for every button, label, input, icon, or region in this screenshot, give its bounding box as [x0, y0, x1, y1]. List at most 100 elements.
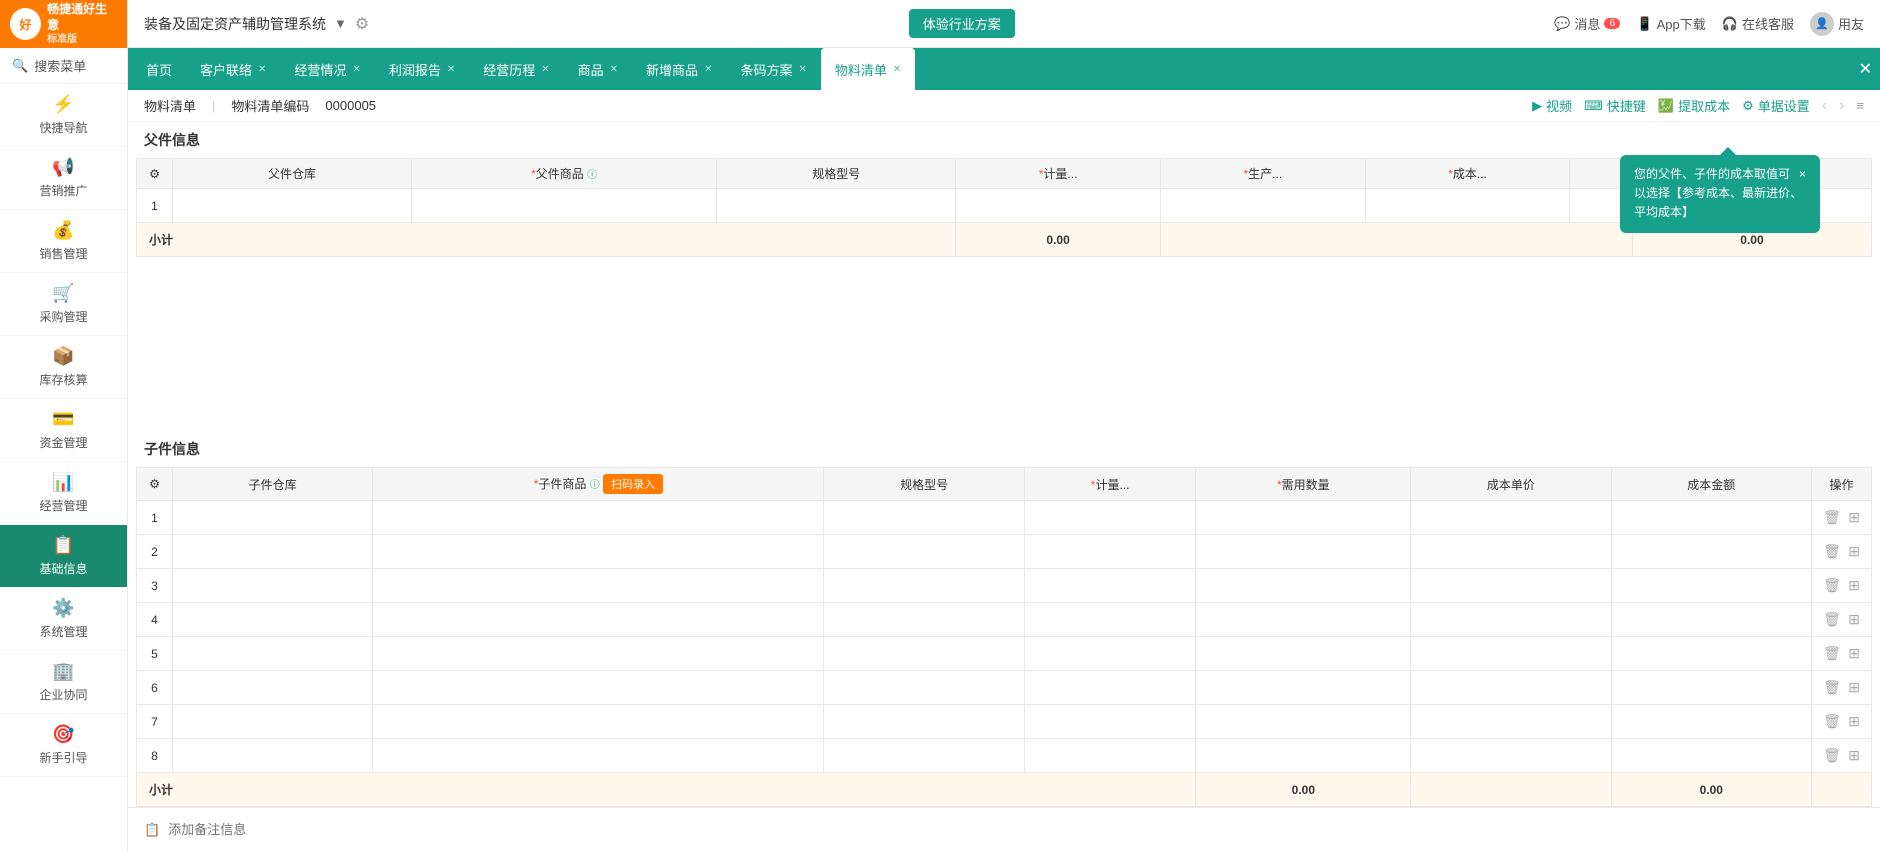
child-row-unit-cost[interactable]: [1411, 501, 1611, 535]
copy-icon[interactable]: ⊞: [1848, 645, 1860, 661]
child-row-warehouse[interactable]: [173, 705, 373, 739]
child-row-product[interactable]: [373, 637, 824, 671]
child-row-unit-cost[interactable]: [1411, 671, 1611, 705]
child-row-unit-cost[interactable]: [1411, 705, 1611, 739]
child-row-warehouse[interactable]: [173, 535, 373, 569]
child-row-cost-amount[interactable]: [1611, 671, 1811, 705]
breadcrumb-bill-list[interactable]: 物料清单: [144, 96, 196, 115]
expand-icon[interactable]: ≡: [1856, 98, 1864, 113]
tab-close-icon[interactable]: ✕: [541, 64, 549, 75]
child-row-spec[interactable]: [824, 705, 1024, 739]
delete-icon[interactable]: 🗑: [1823, 509, 1841, 525]
child-row-product[interactable]: [373, 705, 824, 739]
sidebar-item-system[interactable]: ⚙️系统管理: [0, 588, 127, 651]
nav-tab-经营情况[interactable]: 经营情况✕: [280, 48, 374, 90]
child-row-quantity[interactable]: [1196, 603, 1411, 637]
child-row-spec[interactable]: [824, 637, 1024, 671]
delete-icon[interactable]: 🗑: [1823, 713, 1841, 729]
child-row-cost-amount[interactable]: [1611, 535, 1811, 569]
parent-row-unit[interactable]: [956, 189, 1161, 223]
tab-close-icon[interactable]: ✕: [447, 64, 455, 75]
child-row-warehouse[interactable]: [173, 739, 373, 773]
copy-icon[interactable]: ⊞: [1848, 747, 1860, 763]
child-row-spec[interactable]: [824, 501, 1024, 535]
child-row-cost-amount[interactable]: [1611, 501, 1811, 535]
child-row-spec[interactable]: [824, 569, 1024, 603]
child-row-unit[interactable]: [1024, 603, 1196, 637]
extract-cost-btn[interactable]: 💹 提取成本: [1658, 96, 1730, 115]
child-row-unit[interactable]: [1024, 501, 1196, 535]
sidebar-item-enterprise[interactable]: 🏢企业协同: [0, 651, 127, 714]
child-row-product[interactable]: [373, 739, 824, 773]
sidebar-item-marketing[interactable]: 📢营销推广: [0, 147, 127, 210]
sidebar-item-guide[interactable]: 🎯新手引导: [0, 714, 127, 777]
single-settings-btn[interactable]: ⚙ 单据设置: [1742, 96, 1810, 115]
parent-row-spec[interactable]: [717, 189, 956, 223]
delete-icon[interactable]: 🗑: [1823, 543, 1841, 559]
child-row-quantity[interactable]: [1196, 501, 1411, 535]
prev-btn[interactable]: ‹: [1822, 97, 1827, 115]
child-row-warehouse[interactable]: [173, 569, 373, 603]
parent-row-cost[interactable]: [1365, 189, 1570, 223]
nav-tab-客户联络[interactable]: 客户联络✕: [186, 48, 280, 90]
child-row-warehouse[interactable]: [173, 671, 373, 705]
child-row-warehouse[interactable]: [173, 637, 373, 671]
system-select[interactable]: ▼: [334, 16, 347, 31]
child-row-product[interactable]: [373, 603, 824, 637]
child-row-quantity[interactable]: [1196, 535, 1411, 569]
tab-close-icon[interactable]: ✕: [258, 64, 266, 75]
nav-tab-首页[interactable]: 首页: [132, 48, 186, 90]
sidebar-item-purchase[interactable]: 🛒采购管理: [0, 273, 127, 336]
child-row-spec[interactable]: [824, 671, 1024, 705]
child-row-unit-cost[interactable]: [1411, 637, 1611, 671]
child-row-spec[interactable]: [824, 603, 1024, 637]
settings-icon[interactable]: ⚙: [355, 14, 369, 34]
child-row-unit-cost[interactable]: [1411, 569, 1611, 603]
child-row-cost-amount[interactable]: [1611, 739, 1811, 773]
sidebar-item-basic-info[interactable]: 📋基础信息: [0, 525, 127, 588]
tab-close-icon[interactable]: ✕: [893, 64, 901, 75]
child-row-product[interactable]: [373, 501, 824, 535]
note-input[interactable]: [168, 822, 1864, 837]
copy-icon[interactable]: ⊞: [1848, 509, 1860, 525]
child-row-spec[interactable]: [824, 535, 1024, 569]
tab-close-icon[interactable]: ✕: [352, 64, 360, 75]
th-parent-settings[interactable]: ⚙: [137, 159, 173, 189]
child-row-cost-amount[interactable]: [1611, 603, 1811, 637]
parent-row-product[interactable]: [412, 189, 717, 223]
nav-tab-新增商品[interactable]: 新增商品✕: [632, 48, 726, 90]
sidebar-item-finance[interactable]: 💳资金管理: [0, 399, 127, 462]
delete-icon[interactable]: 🗑: [1823, 747, 1841, 763]
sidebar-item-inventory[interactable]: 📦库存核算: [0, 336, 127, 399]
close-all-tabs-btn[interactable]: ✕: [1859, 59, 1872, 79]
child-row-cost-amount[interactable]: [1611, 569, 1811, 603]
scan-btn[interactable]: 扫码录入: [603, 474, 663, 494]
sidebar-item-operations[interactable]: 📊经营管理: [0, 462, 127, 525]
child-row-product[interactable]: [373, 671, 824, 705]
child-row-warehouse[interactable]: [173, 501, 373, 535]
child-row-unit[interactable]: [1024, 705, 1196, 739]
delete-icon[interactable]: 🗑: [1823, 645, 1841, 661]
nav-tab-利润报告[interactable]: 利润报告✕: [375, 48, 469, 90]
app-download-btn[interactable]: 📱 App下载: [1636, 14, 1705, 33]
delete-icon[interactable]: 🗑: [1823, 679, 1841, 695]
video-btn[interactable]: ▶ 视频: [1532, 96, 1572, 115]
tab-close-icon[interactable]: ✕: [610, 64, 618, 75]
shortcut-btn[interactable]: ⌨ 快捷键: [1584, 96, 1646, 115]
child-row-product[interactable]: [373, 535, 824, 569]
delete-icon[interactable]: 🗑: [1823, 577, 1841, 593]
child-row-unit-cost[interactable]: [1411, 739, 1611, 773]
child-row-cost-amount[interactable]: [1611, 637, 1811, 671]
child-row-quantity[interactable]: [1196, 705, 1411, 739]
next-btn[interactable]: ›: [1839, 97, 1844, 115]
child-row-cost-amount[interactable]: [1611, 705, 1811, 739]
parent-row-production[interactable]: [1160, 189, 1365, 223]
th-child-settings[interactable]: ⚙: [137, 468, 173, 501]
child-row-unit[interactable]: [1024, 637, 1196, 671]
tooltip-close-btn[interactable]: ×: [1799, 165, 1806, 184]
child-row-quantity[interactable]: [1196, 637, 1411, 671]
online-service-btn[interactable]: 🎧 在线客服: [1722, 14, 1794, 33]
copy-icon[interactable]: ⊞: [1848, 577, 1860, 593]
child-row-unit[interactable]: [1024, 671, 1196, 705]
copy-icon[interactable]: ⊞: [1848, 611, 1860, 627]
